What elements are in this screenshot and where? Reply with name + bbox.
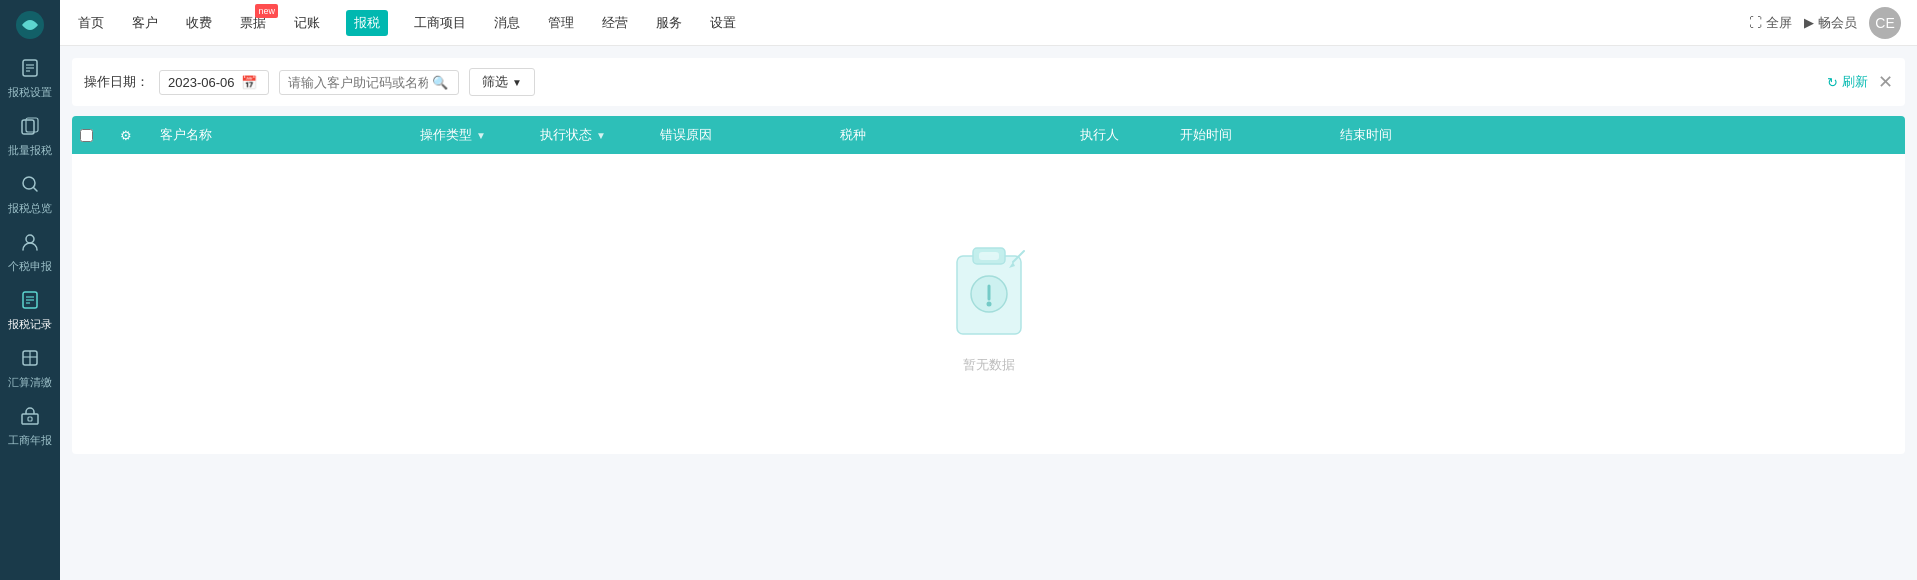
th-start-time: 开始时间: [1172, 116, 1332, 154]
new-badge-piaoju: new: [255, 4, 278, 18]
huisuanqingsuanshu-icon: [20, 348, 40, 373]
sidebar-item-baoshuishezhi-label: 报税设置: [8, 85, 52, 100]
chevron-down-icon: ▼: [512, 77, 522, 88]
nav-shoufei[interactable]: 收费: [184, 10, 214, 36]
refresh-button[interactable]: ↻ 刷新: [1827, 73, 1868, 91]
th-exec-status: 执行状态 ▼: [532, 116, 652, 154]
video-icon: ▶: [1804, 15, 1814, 30]
empty-text: 暂无数据: [963, 356, 1015, 374]
piliangshuishu-icon: [20, 116, 40, 141]
sidebar-item-baoshuijilu[interactable]: 报税记录: [0, 282, 60, 340]
nav-kehu[interactable]: 客户: [130, 10, 160, 36]
search-input[interactable]: [288, 75, 428, 90]
sidebar-item-piliangshuishu[interactable]: 批量报税: [0, 108, 60, 166]
fullscreen-btn[interactable]: ⛶ 全屏: [1749, 14, 1792, 32]
nav-baoshui[interactable]: 报税: [346, 10, 388, 36]
search-icon: 🔍: [432, 75, 448, 90]
nav-xiaoxi[interactable]: 消息: [492, 10, 522, 36]
filter-label: 筛选: [482, 73, 508, 91]
sidebar-item-baoshuizonglan[interactable]: 报税总览: [0, 166, 60, 224]
sidebar-item-gongshangnianbaoshu-label: 工商年报: [8, 433, 52, 448]
nav-guanli[interactable]: 管理: [546, 10, 576, 36]
svg-rect-18: [28, 417, 32, 421]
settings-icon: ⚙: [120, 128, 132, 143]
date-value: 2023-06-06: [168, 75, 235, 90]
gongshangnianbaoshu-icon: [20, 406, 40, 431]
sidebar-item-baoshuishezhi[interactable]: 报税设置: [0, 50, 60, 108]
select-all-checkbox[interactable]: [80, 129, 93, 142]
toolbar: 操作日期： 2023-06-06 📅 🔍 筛选 ▼ ↻ 刷新: [72, 58, 1905, 106]
calendar-icon: 📅: [241, 75, 257, 90]
close-button[interactable]: ✕: [1878, 73, 1893, 91]
nav-fuwu[interactable]: 服务: [654, 10, 684, 36]
avatar[interactable]: CE: [1869, 7, 1901, 39]
empty-illustration: 暂无数据: [939, 234, 1039, 374]
svg-rect-21: [979, 252, 999, 260]
gesuisheibao-icon: [20, 232, 40, 257]
th-executor: 执行人: [1072, 116, 1172, 154]
baoshuishezhi-icon: [20, 58, 40, 83]
sidebar-logo: [0, 0, 60, 50]
sidebar-item-huisuanqingsuanshu[interactable]: 汇算清缴: [0, 340, 60, 398]
sort-operation-type-icon[interactable]: ▼: [476, 130, 486, 141]
nav-jizhang[interactable]: 记账: [292, 10, 322, 36]
nav-gongshanxiangmu[interactable]: 工商项目: [412, 10, 468, 36]
baoshuijilu-icon: [20, 290, 40, 315]
sidebar-item-gesuisheibao-label: 个税申报: [8, 259, 52, 274]
th-settings[interactable]: ⚙: [112, 116, 152, 154]
th-operation-type: 操作类型 ▼: [412, 116, 532, 154]
svg-rect-17: [22, 414, 38, 424]
fullscreen-icon: ⛶: [1749, 15, 1762, 30]
svg-point-24: [986, 302, 991, 307]
sidebar-item-baoshuizonglan-label: 报税总览: [8, 201, 52, 216]
sidebar-item-baoshuijilu-label: 报税记录: [8, 317, 52, 332]
nav-shezhi[interactable]: 设置: [708, 10, 738, 36]
page-content: 操作日期： 2023-06-06 📅 🔍 筛选 ▼ ↻ 刷新: [60, 46, 1917, 580]
main-area: 首页 客户 收费 票据 new 记账 报税 工商项目 消息 管理 经营 服务 设…: [60, 0, 1917, 580]
nav-jingying[interactable]: 经营: [600, 10, 630, 36]
refresh-icon: ↻: [1827, 75, 1838, 90]
nav-shouye[interactable]: 首页: [76, 10, 106, 36]
date-input[interactable]: 2023-06-06 📅: [159, 70, 269, 95]
th-tax-type: 税种: [832, 116, 1072, 154]
sort-exec-status-icon[interactable]: ▼: [596, 130, 606, 141]
content-area: 操作日期： 2023-06-06 📅 🔍 筛选 ▼ ↻ 刷新: [60, 46, 1917, 580]
topnav-right: ⛶ 全屏 ▶ 畅会员 CE: [1749, 7, 1901, 39]
empty-clipboard-icon: [939, 234, 1039, 344]
filter-button[interactable]: 筛选 ▼: [469, 68, 535, 96]
date-label: 操作日期：: [84, 73, 149, 91]
topnav: 首页 客户 收费 票据 new 记账 报税 工商项目 消息 管理 经营 服务 设…: [60, 0, 1917, 46]
svg-line-8: [34, 188, 38, 192]
table-container: ⚙ 客户名称 操作类型 ▼ 执行状态 ▼ 错误原因: [72, 116, 1905, 454]
table-header: ⚙ 客户名称 操作类型 ▼ 执行状态 ▼ 错误原因: [72, 116, 1905, 154]
sidebar: 报税设置 批量报税 报税总览 个税申报: [0, 0, 60, 580]
table-body-empty: 暂无数据: [72, 154, 1905, 454]
search-box: 🔍: [279, 70, 459, 95]
th-error-reason: 错误原因: [652, 116, 832, 154]
sidebar-item-piliangshuishu-label: 批量报税: [8, 143, 52, 158]
sidebar-item-gongshangnianbaoshu[interactable]: 工商年报: [0, 398, 60, 456]
sidebar-item-huisuanqingsuanshu-label: 汇算清缴: [8, 375, 52, 390]
th-end-time: 结束时间: [1332, 116, 1492, 154]
baoshuizonglan-icon: [20, 174, 40, 199]
svg-point-9: [26, 235, 34, 243]
member-btn[interactable]: ▶ 畅会员: [1804, 14, 1857, 32]
th-checkbox[interactable]: [72, 116, 112, 154]
nav-piaoju[interactable]: 票据 new: [238, 10, 268, 36]
sidebar-item-gesuisheibao[interactable]: 个税申报: [0, 224, 60, 282]
th-customer-name: 客户名称: [152, 116, 412, 154]
